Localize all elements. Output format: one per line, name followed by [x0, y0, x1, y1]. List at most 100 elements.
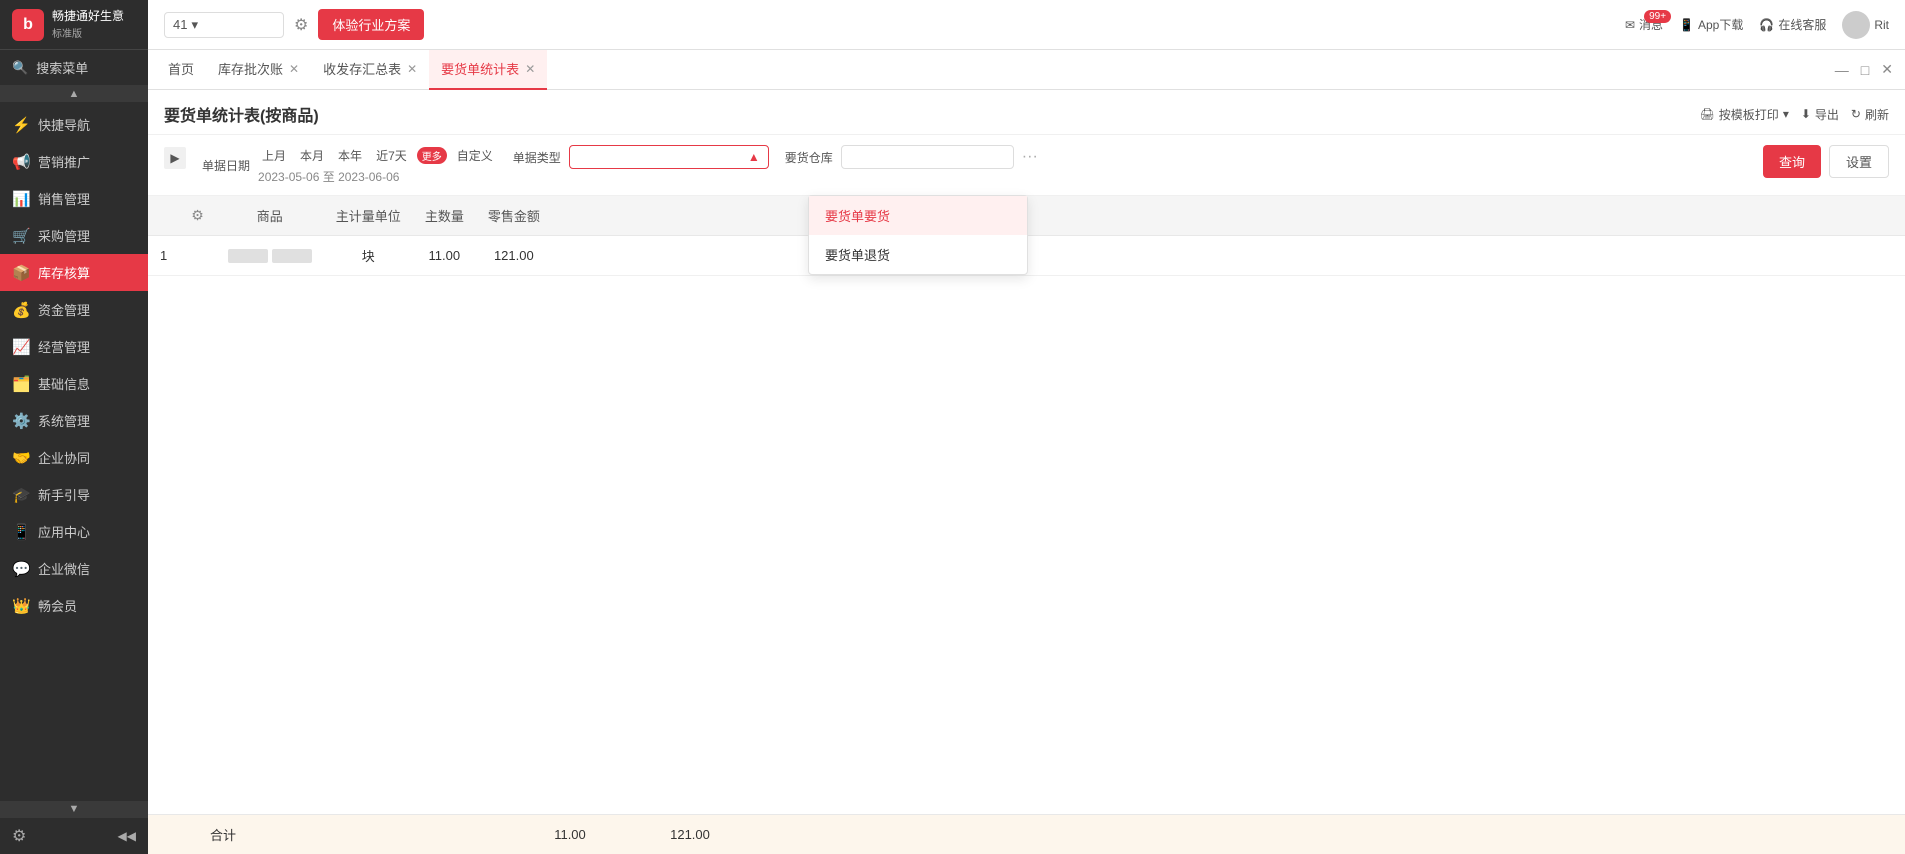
type-filter-arrow-icon: ▲: [748, 150, 760, 164]
cell-amount: 121.00: [476, 236, 552, 276]
company-selector[interactable]: 41 ▾: [164, 12, 284, 38]
sidebar-scroll-up[interactable]: ▲: [0, 86, 148, 102]
topbar-settings-icon[interactable]: ⚙: [294, 15, 308, 35]
sidebar-item-label: 快捷导航: [38, 115, 136, 134]
sidebar-search[interactable]: 🔍 搜索菜单: [0, 50, 148, 86]
export-label: 导出: [1815, 106, 1839, 123]
wechat-icon: 💬: [12, 560, 30, 578]
message-btn[interactable]: ✉ 消息 99+: [1625, 16, 1663, 33]
page-title: 要货单统计表(按商品): [164, 102, 319, 126]
print-btn[interactable]: 🖨 按模板打印 ▾: [1700, 106, 1789, 123]
col-header-quantity: 主数量: [413, 196, 476, 236]
date-btn-last-month[interactable]: 上月: [258, 145, 290, 166]
marketing-icon: 📢: [12, 153, 30, 171]
tab-minimize-btn[interactable]: —: [1831, 58, 1853, 82]
search-icon: 🔍: [12, 60, 28, 76]
settings-bottom-icon[interactable]: ⚙: [12, 826, 26, 846]
sidebar-item-finance[interactable]: 💰 资金管理: [0, 291, 148, 328]
sidebar-item-label: 应用中心: [38, 522, 136, 541]
tab-request-summary[interactable]: 要货单统计表 ✕: [429, 50, 547, 90]
sidebar-item-cooperation[interactable]: 🤝 企业协同: [0, 439, 148, 476]
tab-request-summary-close[interactable]: ✕: [525, 62, 535, 76]
quick-nav-icon: ⚡: [12, 116, 30, 134]
tab-receive-summary-label: 收发存汇总表: [323, 59, 401, 78]
sidebar-item-label: 系统管理: [38, 411, 136, 430]
date-filter-label: 单据日期: [202, 157, 250, 174]
sidebar: b 畅捷通好生意 标准版 🔍 搜索菜单 ▲ ⚡ 快捷导航 📢 营销推广 📊 销售…: [0, 0, 148, 854]
sidebar-collapse-btn[interactable]: ◀◀: [118, 829, 136, 843]
sidebar-item-label: 企业协同: [38, 448, 136, 467]
guide-icon: 🎓: [12, 486, 30, 504]
service-icon: 🎧: [1759, 18, 1774, 32]
type-filter-group: 单据类型 ▲: [513, 145, 769, 169]
sidebar-item-operation[interactable]: 📈 经营管理: [0, 328, 148, 365]
cell-quantity: 11.00: [413, 236, 476, 276]
cell-product: [216, 236, 324, 276]
filter-expand-btn[interactable]: ▶: [164, 147, 186, 169]
sidebar-item-label: 畅会员: [38, 596, 136, 615]
dropdown-item-purchase-order[interactable]: 要货单要货: [809, 196, 1027, 235]
app-logo-icon: b: [12, 9, 44, 41]
cell-extra: [552, 236, 1905, 276]
main-area: 41 ▾ ⚙ 体验行业方案 ✉ 消息 99+ 📱 App下载 🎧 在线客服 R: [148, 0, 1905, 854]
dropdown-item-purchase-return[interactable]: 要货单退货: [809, 235, 1027, 274]
sidebar-scroll-down[interactable]: ▼: [0, 801, 148, 817]
col-header-unit: 主计量单位: [324, 196, 413, 236]
tab-home[interactable]: 首页: [156, 50, 206, 90]
filter-settings-btn[interactable]: 设置: [1829, 145, 1889, 178]
sidebar-item-label: 基础信息: [38, 374, 136, 393]
tab-inventory-batch[interactable]: 库存批次账 ✕: [206, 50, 311, 90]
export-btn[interactable]: ⬇ 导出: [1801, 106, 1839, 123]
tab-close-all-btn[interactable]: ✕: [1877, 57, 1897, 82]
sidebar-item-marketing[interactable]: 📢 营销推广: [0, 143, 148, 180]
tab-inventory-batch-close[interactable]: ✕: [289, 62, 299, 76]
tab-home-label: 首页: [168, 59, 194, 78]
member-icon: 👑: [12, 597, 30, 615]
tab-receive-summary[interactable]: 收发存汇总表 ✕: [311, 50, 429, 90]
warehouse-filter-input[interactable]: [841, 145, 1014, 169]
sidebar-bottom: ⚙ ◀◀: [0, 817, 148, 854]
sidebar-item-wechat[interactable]: 💬 企业微信: [0, 550, 148, 587]
sidebar-item-guide[interactable]: 🎓 新手引导: [0, 476, 148, 513]
date-btn-custom[interactable]: 自定义: [453, 145, 497, 166]
print-arrow-icon: ▾: [1783, 107, 1789, 121]
sidebar-item-label: 营销推广: [38, 152, 136, 171]
date-btn-7days[interactable]: 近7天: [372, 145, 411, 166]
table-footer: 合计 11.00 121.00: [148, 814, 1905, 854]
filter-more-icon[interactable]: ···: [1022, 148, 1038, 166]
query-btn[interactable]: 查询: [1763, 145, 1821, 178]
col-header-product: 商品: [216, 196, 324, 236]
sidebar-item-quick-nav[interactable]: ⚡ 快捷导航: [0, 106, 148, 143]
sidebar-item-purchase[interactable]: 🛒 采购管理: [0, 217, 148, 254]
topbar-right: ✉ 消息 99+ 📱 App下载 🎧 在线客服 Rit: [1625, 11, 1889, 39]
sales-icon: 📊: [12, 190, 30, 208]
avatar: [1842, 11, 1870, 39]
sidebar-item-basic[interactable]: 🗂️ 基础信息: [0, 365, 148, 402]
sidebar-item-inventory[interactable]: 📦 库存核算: [0, 254, 148, 291]
sidebar-item-system[interactable]: ⚙️ 系统管理: [0, 402, 148, 439]
column-settings-icon[interactable]: ⚙: [191, 207, 204, 223]
date-btn-this-month[interactable]: 本月: [296, 145, 328, 166]
sidebar-item-label: 新手引导: [38, 485, 136, 504]
date-shortcuts: 上月 本月 本年 近7天 更多 自定义: [258, 145, 497, 166]
date-more-badge[interactable]: 更多: [417, 147, 447, 164]
date-btn-this-year[interactable]: 本年: [334, 145, 366, 166]
sidebar-item-appstore[interactable]: 📱 应用中心: [0, 513, 148, 550]
sidebar-item-sales[interactable]: 📊 销售管理: [0, 180, 148, 217]
tab-maximize-btn[interactable]: □: [1857, 58, 1873, 82]
date-range-display: 2023-05-06 至 2023-06-06: [258, 168, 497, 185]
col-header-settings[interactable]: ⚙: [179, 196, 216, 236]
refresh-btn[interactable]: ↻ 刷新: [1851, 106, 1889, 123]
chevron-down-icon: ▾: [191, 17, 198, 33]
trial-btn[interactable]: 体验行业方案: [318, 9, 424, 40]
user-avatar-btn[interactable]: Rit: [1842, 11, 1889, 39]
message-icon: ✉: [1625, 18, 1635, 32]
brand-name: 畅捷通好生意: [52, 9, 124, 25]
warehouse-filter-label: 要货仓库: [785, 149, 833, 166]
type-filter-select[interactable]: ▲: [569, 145, 769, 169]
product-cell: [228, 249, 312, 263]
sidebar-item-member[interactable]: 👑 畅会员: [0, 587, 148, 624]
tab-receive-summary-close[interactable]: ✕: [407, 62, 417, 76]
online-service-btn[interactable]: 🎧 在线客服: [1759, 16, 1826, 33]
app-download-btn[interactable]: 📱 App下载: [1679, 16, 1743, 33]
